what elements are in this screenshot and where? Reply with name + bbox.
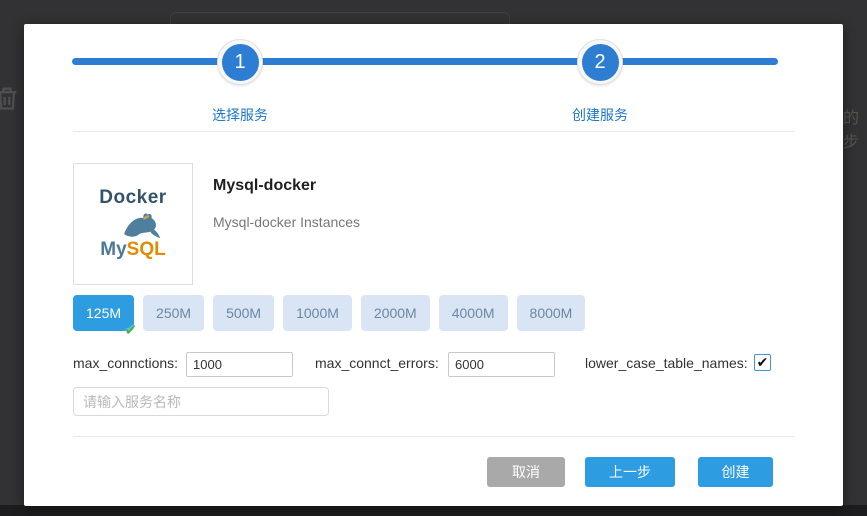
memory-option-2000m[interactable]: 2000M	[360, 295, 430, 331]
wizard-step-1-number: 1	[221, 43, 259, 81]
service-title: Mysql-docker	[213, 177, 317, 194]
max-connect-errors-input[interactable]	[448, 352, 555, 377]
memory-option-125m[interactable]: 125M ✔	[73, 295, 137, 339]
divider	[73, 131, 795, 132]
memory-option-4000m[interactable]: 4000M	[438, 295, 508, 331]
mysql-docker-logo: Docker MySQL	[73, 163, 193, 285]
divider	[73, 436, 795, 437]
trash-icon	[0, 87, 17, 110]
wizard-step-2-number: 2	[581, 43, 619, 81]
mysql-logo-text: MySQL	[100, 239, 166, 260]
dimmed-background-strip	[0, 505, 867, 516]
wizard-step-1-label: 选择服务	[212, 107, 268, 123]
max-connections-input[interactable]	[186, 352, 293, 377]
memory-size-options: 125M ✔ 250M 500M 1000M 2000M 4000M 8000M	[73, 295, 586, 339]
max-connections-label: max_connctions:	[73, 355, 179, 371]
wizard-step-2-circle: 2	[577, 39, 623, 85]
create-button[interactable]: 创建	[698, 457, 773, 487]
memory-option-250m[interactable]: 250M	[143, 295, 205, 331]
docker-logo-text: Docker	[99, 187, 167, 208]
mysql-dolphin-icon	[124, 213, 161, 239]
wizard-progress-bar	[72, 58, 778, 65]
previous-step-button[interactable]: 上一步	[585, 457, 675, 487]
memory-option-8000m[interactable]: 8000M	[516, 295, 586, 331]
checkbox-check-icon: ✔	[756, 353, 769, 370]
memory-option-500m[interactable]: 500M	[213, 295, 275, 331]
lower-case-table-names-label: lower_case_table_names:	[585, 355, 748, 371]
service-name-input[interactable]	[73, 387, 329, 416]
wizard-step-1-circle: 1	[217, 39, 263, 85]
lower-case-table-names-checkbox[interactable]: ✔	[754, 354, 771, 371]
create-service-dialog: 1 2 选择服务 创建服务 Docker MySQL Mysql-docker …	[24, 24, 843, 506]
selected-check-icon: ✔	[124, 322, 138, 339]
cancel-button[interactable]: 取消	[487, 457, 565, 487]
max-connect-errors-label: max_connct_errors:	[315, 355, 439, 371]
memory-option-1000m[interactable]: 1000M	[283, 295, 352, 331]
wizard-step-2-label: 创建服务	[572, 107, 628, 123]
service-subtitle: Mysql-docker Instances	[213, 214, 361, 230]
